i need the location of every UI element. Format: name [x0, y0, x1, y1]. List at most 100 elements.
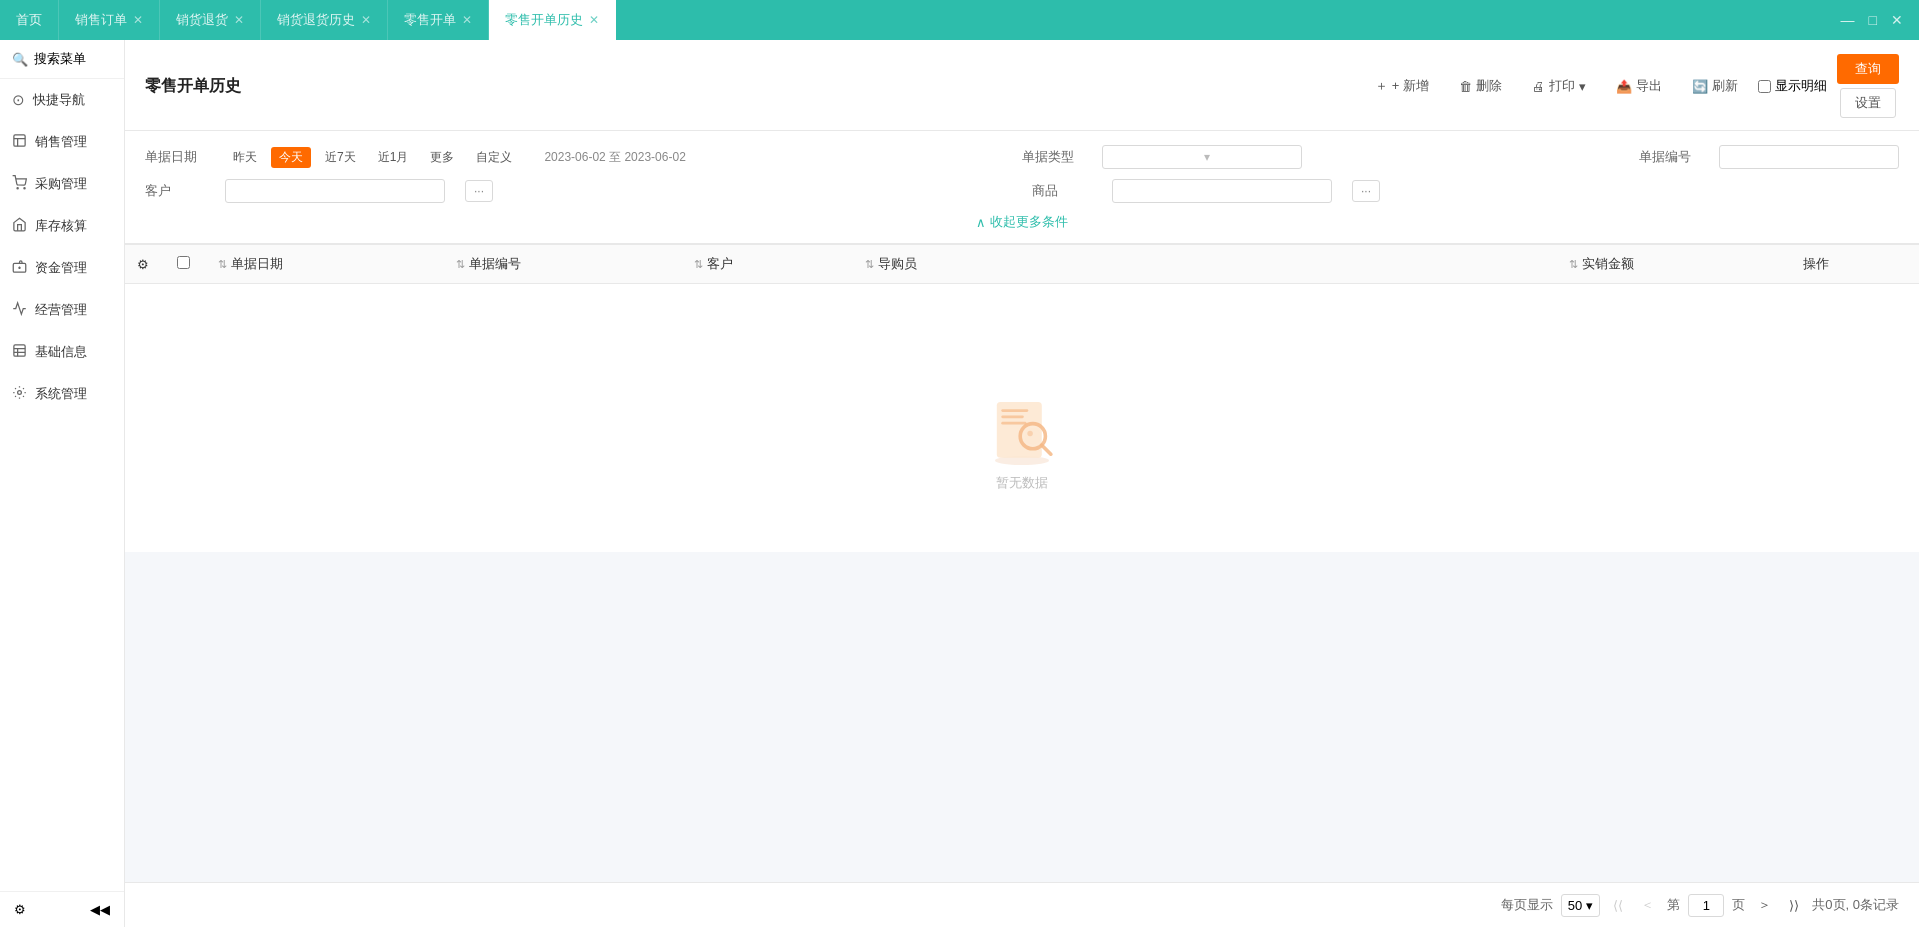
customer-browse-btn[interactable]: ··· — [465, 180, 493, 202]
sidebar-item-inventory-label: 库存核算 — [35, 217, 87, 235]
type-select[interactable]: ▾ — [1102, 145, 1302, 169]
collapse-label: 收起更多条件 — [990, 213, 1068, 231]
more-btn[interactable]: 更多 — [422, 147, 462, 168]
tab-sales-return-history[interactable]: 销货退货历史 ✕ — [261, 0, 388, 40]
print-button[interactable]: 🖨 打印 ▾ — [1522, 72, 1596, 100]
tab-retail-open-close[interactable]: ✕ — [462, 13, 472, 27]
setting-button[interactable]: 设置 — [1840, 88, 1896, 118]
sidebar-item-inventory[interactable]: 库存核算 — [0, 205, 124, 247]
tab-retail-open-history-label: 零售开单历史 — [505, 11, 583, 29]
tab-sales-return-label: 销货退货 — [176, 11, 228, 29]
sidebar-item-finance[interactable]: 资金管理 — [0, 247, 124, 289]
refresh-button[interactable]: 🔄 刷新 — [1682, 72, 1748, 100]
display-detail-checkbox[interactable] — [1758, 80, 1771, 93]
prev-page-btn[interactable]: ＜ — [1636, 893, 1659, 917]
tab-retail-open-history-close[interactable]: ✕ — [589, 13, 599, 27]
sidebar-footer: ⚙ ◀◀ — [0, 891, 124, 927]
table-check-header[interactable] — [165, 245, 202, 284]
col-date: ⇅ 单据日期 — [202, 245, 440, 284]
refresh-label: 刷新 — [1712, 77, 1738, 95]
sidebar-item-basic-info[interactable]: 基础信息 — [0, 331, 124, 373]
add-button[interactable]: ＋ + 新增 — [1365, 72, 1439, 100]
col-number: ⇅ 单据编号 — [440, 245, 678, 284]
table-settings-header[interactable]: ⚙ — [125, 245, 165, 284]
custom-btn[interactable]: 自定义 — [468, 147, 520, 168]
last7days-btn[interactable]: 近7天 — [317, 147, 364, 168]
col-actual-amount: ⇅ 实销金额 — [1553, 245, 1791, 284]
sidebar-item-quick-nav[interactable]: ⊙ 快捷导航 — [0, 79, 124, 121]
sidebar-item-basic-info-label: 基础信息 — [35, 343, 87, 361]
filter-row-1: 单据日期 昨天 今天 近7天 近1月 更多 自定义 2023-06-02 至 2… — [145, 145, 1899, 169]
page-size-select[interactable]: 50 ▾ — [1561, 894, 1600, 917]
col-salesperson-sort-icon[interactable]: ⇅ — [865, 258, 874, 271]
svg-point-19 — [1027, 431, 1032, 436]
svg-rect-0 — [14, 135, 25, 146]
display-detail-checkbox-wrapper[interactable]: 显示明细 — [1758, 77, 1827, 95]
sidebar-item-operations[interactable]: 经营管理 — [0, 289, 124, 331]
sidebar-item-operations-label: 经营管理 — [35, 301, 87, 319]
export-icon: 📤 — [1616, 79, 1632, 94]
filter-area: 单据日期 昨天 今天 近7天 近1月 更多 自定义 2023-06-02 至 2… — [125, 131, 1919, 244]
yesterday-btn[interactable]: 昨天 — [225, 147, 265, 168]
maximize-button[interactable]: □ — [1869, 12, 1877, 28]
sidebar: 🔍 搜索菜单 ⊙ 快捷导航 销售管理 采购管理 库存核算 — [0, 40, 125, 927]
data-table: ⚙ ⇅ 单据日期 ⇅ — [125, 244, 1919, 552]
tab-sales-return[interactable]: 销货退货 ✕ — [160, 0, 261, 40]
svg-rect-13 — [1001, 409, 1028, 412]
tab-sales-order-close[interactable]: ✕ — [133, 13, 143, 27]
sidebar-settings-icon[interactable]: ⚙ — [14, 902, 26, 917]
tab-sales-return-history-close[interactable]: ✕ — [361, 13, 371, 27]
last1month-btn[interactable]: 近1月 — [370, 147, 417, 168]
table-settings-icon[interactable]: ⚙ — [137, 257, 149, 272]
number-input[interactable] — [1719, 145, 1899, 169]
today-btn[interactable]: 今天 — [271, 147, 311, 168]
goods-input[interactable] — [1112, 179, 1332, 203]
col-spacer — [1053, 245, 1553, 284]
export-button[interactable]: 📤 导出 — [1606, 72, 1672, 100]
first-page-btn[interactable]: ⟨⟨ — [1608, 895, 1628, 916]
page-total: 共0页, 0条记录 — [1812, 896, 1899, 914]
tab-sales-return-close[interactable]: ✕ — [234, 13, 244, 27]
svg-point-10 — [18, 391, 22, 395]
col-customer-label: 客户 — [707, 255, 733, 273]
customer-filter-label: 客户 — [145, 182, 205, 200]
next-page-btn[interactable]: ＞ — [1753, 893, 1776, 917]
col-number-sort-icon[interactable]: ⇅ — [456, 258, 465, 271]
print-label: 打印 — [1549, 77, 1575, 95]
query-button[interactable]: 查询 — [1837, 54, 1899, 84]
sidebar-search-label: 搜索菜单 — [34, 50, 86, 68]
tab-retail-open-history[interactable]: 零售开单历史 ✕ — [489, 0, 616, 40]
col-actual-amount-label: 实销金额 — [1582, 255, 1634, 273]
collapse-row: ∧ 收起更多条件 — [145, 213, 1899, 231]
tab-retail-open[interactable]: 零售开单 ✕ — [388, 0, 489, 40]
sidebar-item-quick-nav-label: 快捷导航 — [33, 91, 85, 109]
minimize-button[interactable]: — — [1841, 12, 1855, 28]
sidebar-item-sales-mgmt[interactable]: 销售管理 — [0, 121, 124, 163]
delete-button[interactable]: 🗑 删除 — [1449, 72, 1512, 100]
sidebar-search[interactable]: 🔍 搜索菜单 — [0, 40, 124, 79]
col-actual-amount-sort-icon[interactable]: ⇅ — [1569, 258, 1578, 271]
customer-input[interactable] — [225, 179, 445, 203]
close-button[interactable]: ✕ — [1891, 12, 1903, 28]
date-filter-label: 单据日期 — [145, 148, 205, 166]
select-all-checkbox[interactable] — [177, 256, 190, 269]
sidebar-collapse-icon[interactable]: ◀◀ — [90, 902, 110, 917]
page-unit: 页 — [1732, 896, 1745, 914]
col-date-sort-icon[interactable]: ⇅ — [218, 258, 227, 271]
type-filter-label: 单据类型 — [1022, 148, 1082, 166]
tab-sales-order[interactable]: 销售订单 ✕ — [59, 0, 160, 40]
sidebar-item-system[interactable]: 系统管理 — [0, 373, 124, 415]
add-label: + 新增 — [1392, 77, 1429, 95]
last-page-btn[interactable]: ⟩⟩ — [1784, 895, 1804, 916]
filter-row-2: 客户 ··· 商品 ··· — [145, 179, 1899, 203]
sidebar-item-purchase-mgmt[interactable]: 采购管理 — [0, 163, 124, 205]
system-icon — [12, 385, 27, 403]
collapse-btn[interactable]: ∧ 收起更多条件 — [976, 213, 1068, 231]
col-number-label: 单据编号 — [469, 255, 521, 273]
col-customer-sort-icon[interactable]: ⇅ — [694, 258, 703, 271]
goods-browse-btn[interactable]: ··· — [1352, 180, 1380, 202]
page-input[interactable] — [1688, 894, 1724, 917]
tab-retail-open-label: 零售开单 — [404, 11, 456, 29]
refresh-icon: 🔄 — [1692, 79, 1708, 94]
tab-home[interactable]: 首页 — [0, 0, 59, 40]
